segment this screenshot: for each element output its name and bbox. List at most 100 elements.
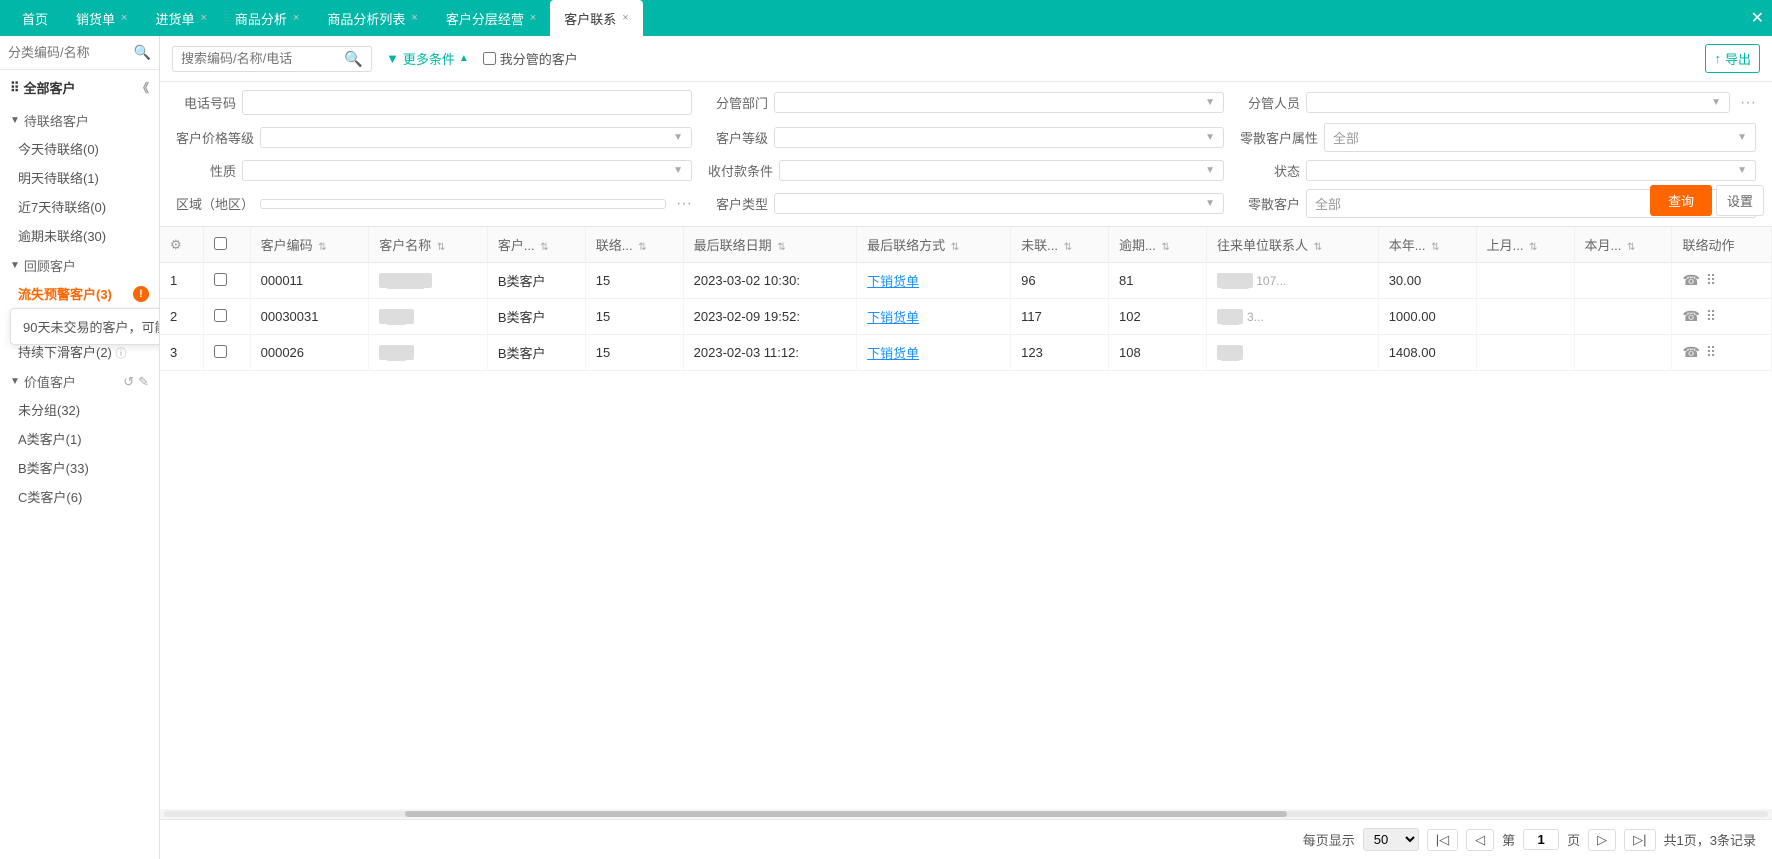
row3-last-way[interactable]: 下销货单 bbox=[857, 335, 1011, 371]
sidebar-lost-group[interactable]: ▼ 回顾客户 bbox=[0, 250, 159, 279]
sidebar-item-overdue-pending[interactable]: 逾期未联络(30) bbox=[0, 221, 159, 250]
search-input[interactable] bbox=[181, 51, 340, 66]
row1-phone-icon[interactable]: ☎ bbox=[1682, 272, 1699, 289]
row3-last-date: 2023-02-03 11:12: bbox=[683, 335, 856, 371]
customer-level-select[interactable]: ▼ bbox=[774, 127, 1224, 148]
row2-last-way[interactable]: 下销货单 bbox=[857, 299, 1011, 335]
row1-code: 000011 bbox=[250, 263, 369, 299]
dept-select[interactable]: ▼ bbox=[774, 92, 1224, 113]
row2-select-checkbox[interactable] bbox=[214, 309, 227, 322]
sidebar-item-b-class[interactable]: B类客户(33) bbox=[0, 453, 159, 482]
sidebar-search-input[interactable] bbox=[8, 45, 130, 60]
first-page-btn[interactable]: |◁ bbox=[1427, 829, 1458, 851]
col-type[interactable]: 客户... ⇅ bbox=[487, 227, 585, 263]
region-dots-btn[interactable]: ··· bbox=[676, 195, 692, 213]
sidebar-item-tomorrow-pending[interactable]: 明天待联络(1) bbox=[0, 163, 159, 192]
next-page-btn[interactable]: ▷ bbox=[1588, 829, 1616, 851]
refresh-icon[interactable]: ↺ bbox=[123, 374, 134, 390]
col-company-contact[interactable]: 往来单位联系人 ⇅ bbox=[1206, 227, 1378, 263]
tab-customer-segment[interactable]: 客户分层经营 × bbox=[432, 0, 550, 36]
gear-icon[interactable]: ⚙ bbox=[170, 237, 182, 252]
customer-level-arrow-icon: ▼ bbox=[1205, 132, 1215, 143]
col-checkbox[interactable] bbox=[204, 227, 250, 263]
tab-sales-order[interactable]: 销货单 × bbox=[62, 0, 141, 36]
tab-close-customer-segment[interactable]: × bbox=[530, 12, 536, 24]
filter-customer-type: 客户类型 ▼ bbox=[708, 189, 1224, 218]
sidebar-item-a-class[interactable]: A类客户(1) bbox=[0, 424, 159, 453]
col-code[interactable]: 客户编码 ⇅ bbox=[250, 227, 369, 263]
tab-customer-contact[interactable]: 客户联系 × bbox=[550, 0, 642, 36]
last-page-btn[interactable]: ▷| bbox=[1624, 829, 1655, 851]
prev-page-btn[interactable]: ◁ bbox=[1466, 829, 1494, 851]
sidebar-item-ungrouped[interactable]: 未分组(32) bbox=[0, 395, 159, 424]
col-last-month[interactable]: 上月... ⇅ bbox=[1476, 227, 1574, 263]
col-this-month[interactable]: 本月... ⇅ bbox=[1574, 227, 1672, 263]
close-window-btn[interactable]: ✕ bbox=[1751, 8, 1764, 28]
payment-select[interactable]: ▼ bbox=[779, 160, 1224, 181]
export-btn[interactable]: ↑ 导出 bbox=[1705, 44, 1760, 73]
col-last-date[interactable]: 最后联络日期 ⇅ bbox=[683, 227, 856, 263]
search-btn[interactable]: 🔍 bbox=[344, 50, 363, 68]
settings-btn[interactable]: 设置 bbox=[1716, 185, 1764, 216]
my-customer-checkbox[interactable] bbox=[483, 52, 496, 65]
row3-select-checkbox[interactable] bbox=[214, 345, 227, 358]
tab-product-analysis[interactable]: 商品分析 × bbox=[221, 0, 313, 36]
table-area: ⚙ 客户编码 ⇅ 客户名称 ⇅ bbox=[160, 227, 1772, 809]
row1-last-way[interactable]: 下销货单 bbox=[857, 263, 1011, 299]
tab-close-product-analysis[interactable]: × bbox=[293, 12, 299, 24]
region-select[interactable] bbox=[260, 199, 666, 209]
horizontal-scrollbar[interactable] bbox=[160, 809, 1772, 819]
query-btn[interactable]: 查询 bbox=[1650, 185, 1712, 216]
sidebar-item-7days-pending[interactable]: 近7天待联络(0) bbox=[0, 192, 159, 221]
sidebar-pending-group[interactable]: ▼ 待联络客户 bbox=[0, 105, 159, 134]
edit-icon[interactable]: ✎ bbox=[138, 374, 149, 390]
tab-purchase-order[interactable]: 进货单 × bbox=[141, 0, 220, 36]
col-last-way[interactable]: 最后联络方式 ⇅ bbox=[857, 227, 1011, 263]
filter-region: 区域（地区） ··· bbox=[176, 189, 692, 218]
row2-phone-icon[interactable]: ☎ bbox=[1682, 308, 1699, 325]
status-select[interactable]: ▼ bbox=[1306, 160, 1756, 181]
col-uncontacted[interactable]: 未联... ⇅ bbox=[1011, 227, 1109, 263]
per-page-select[interactable]: 50 100 200 bbox=[1363, 828, 1419, 851]
tab-product-analysis-list[interactable]: 商品分析列表 × bbox=[313, 0, 431, 36]
scrollbar-thumb[interactable] bbox=[405, 811, 1287, 817]
row3-checkbox[interactable] bbox=[204, 335, 250, 371]
row1-checkbox[interactable] bbox=[204, 263, 250, 299]
row3-no: 3 bbox=[160, 335, 204, 371]
select-all-checkbox[interactable] bbox=[214, 237, 227, 250]
row3-more-icon[interactable]: ⠿ bbox=[1706, 344, 1716, 361]
tab-close-product-analysis-list[interactable]: × bbox=[411, 12, 417, 24]
row2-type: B类客户 bbox=[487, 299, 585, 335]
row1-more-icon[interactable]: ⠿ bbox=[1706, 272, 1716, 289]
tab-close-sales-order[interactable]: × bbox=[121, 12, 127, 24]
tab-close-purchase-order[interactable]: × bbox=[200, 12, 206, 24]
row2-contact: 15 bbox=[585, 299, 683, 335]
person-select[interactable]: ▼ bbox=[1306, 92, 1730, 113]
sidebar-search-icon[interactable]: 🔍 bbox=[134, 44, 151, 61]
col-name[interactable]: 客户名称 ⇅ bbox=[369, 227, 488, 263]
sort-contact-icon: ⇅ bbox=[638, 242, 646, 253]
row1-select-checkbox[interactable] bbox=[214, 273, 227, 286]
zero-attr-select[interactable]: 全部 ▼ bbox=[1324, 123, 1756, 152]
page-number-input[interactable] bbox=[1523, 829, 1559, 850]
customer-type-select[interactable]: ▼ bbox=[774, 193, 1224, 214]
row2-more-icon[interactable]: ⠿ bbox=[1706, 308, 1716, 325]
col-this-year[interactable]: 本年... ⇅ bbox=[1378, 227, 1476, 263]
phone-input[interactable] bbox=[242, 90, 692, 115]
tab-close-customer-contact[interactable]: × bbox=[622, 12, 628, 24]
my-customer-label[interactable]: 我分管的客户 bbox=[483, 49, 578, 68]
price-level-select[interactable]: ▼ bbox=[260, 127, 692, 148]
row2-checkbox[interactable] bbox=[204, 299, 250, 335]
sidebar-item-churn-warning[interactable]: 流失预警客户(3) ! bbox=[0, 279, 159, 308]
sidebar-item-today-pending[interactable]: 今天待联络(0) bbox=[0, 134, 159, 163]
person-dots-btn[interactable]: ··· bbox=[1740, 94, 1756, 112]
more-filter-btn[interactable]: ▼ 更多条件 ▲ bbox=[380, 46, 475, 71]
sidebar-root[interactable]: ⠿ 全部客户 《 bbox=[0, 70, 159, 105]
tab-home[interactable]: 首页 bbox=[8, 0, 62, 36]
sidebar-item-c-class[interactable]: C类客户(6) bbox=[0, 482, 159, 511]
col-contact[interactable]: 联络... ⇅ bbox=[585, 227, 683, 263]
row3-phone-icon[interactable]: ☎ bbox=[1682, 344, 1699, 361]
gender-select[interactable]: ▼ bbox=[242, 160, 692, 181]
col-overdue[interactable]: 逾期... ⇅ bbox=[1109, 227, 1207, 263]
collapse-btn[interactable]: 《 bbox=[137, 79, 149, 96]
